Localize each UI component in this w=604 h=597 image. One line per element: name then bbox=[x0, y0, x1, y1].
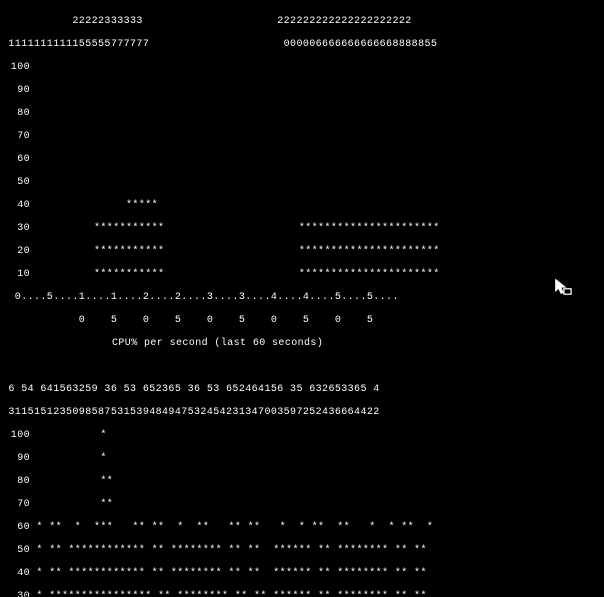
sec-header-1: 22222333333 222222222222222222222 bbox=[2, 16, 602, 28]
sec-row-10: 10 *********** ********************** bbox=[2, 269, 602, 281]
sec-row-90: 90 bbox=[2, 85, 602, 97]
min-header-1: 6 54 641563259 36 53 652365 36 53 652464… bbox=[2, 384, 602, 396]
sec-row-40: 40 ***** bbox=[2, 200, 602, 212]
sec-caption: CPU% per second (last 60 seconds) bbox=[2, 338, 602, 350]
min-header-2: 3115151235098587531539484947532454231347… bbox=[2, 407, 602, 419]
sec-row-30: 30 *********** ********************** bbox=[2, 223, 602, 235]
min-row-50: 50 * ** ************ ** ******** ** ** *… bbox=[2, 545, 602, 557]
min-row-90: 90 * bbox=[2, 453, 602, 465]
sec-row-100: 100 bbox=[2, 62, 602, 74]
min-row-40: 40 * ** ************ ** ******** ** ** *… bbox=[2, 568, 602, 580]
sec-xaxis-2: 0 5 0 5 0 5 0 5 0 5 bbox=[2, 315, 602, 327]
min-row-30: 30 * **************** ** ******** ** ** … bbox=[2, 591, 602, 597]
min-row-60: 60 * ** * *** ** ** * ** ** ** * * ** **… bbox=[2, 522, 602, 534]
sec-row-50: 50 bbox=[2, 177, 602, 189]
sec-row-80: 80 bbox=[2, 108, 602, 120]
min-row-100: 100 * bbox=[2, 430, 602, 442]
min-row-80: 80 ** bbox=[2, 476, 602, 488]
sec-row-70: 70 bbox=[2, 131, 602, 143]
sec-row-60: 60 bbox=[2, 154, 602, 166]
cpu-history-terminal: 22222333333 222222222222222222222 111111… bbox=[0, 0, 604, 597]
sec-xaxis-1: 0....5....1....1....2....2....3....3....… bbox=[2, 292, 602, 304]
min-row-70: 70 ** bbox=[2, 499, 602, 511]
sec-row-20: 20 *********** ********************** bbox=[2, 246, 602, 258]
sec-header-2: 1111111111155555777777 00000666666666666… bbox=[2, 39, 602, 51]
